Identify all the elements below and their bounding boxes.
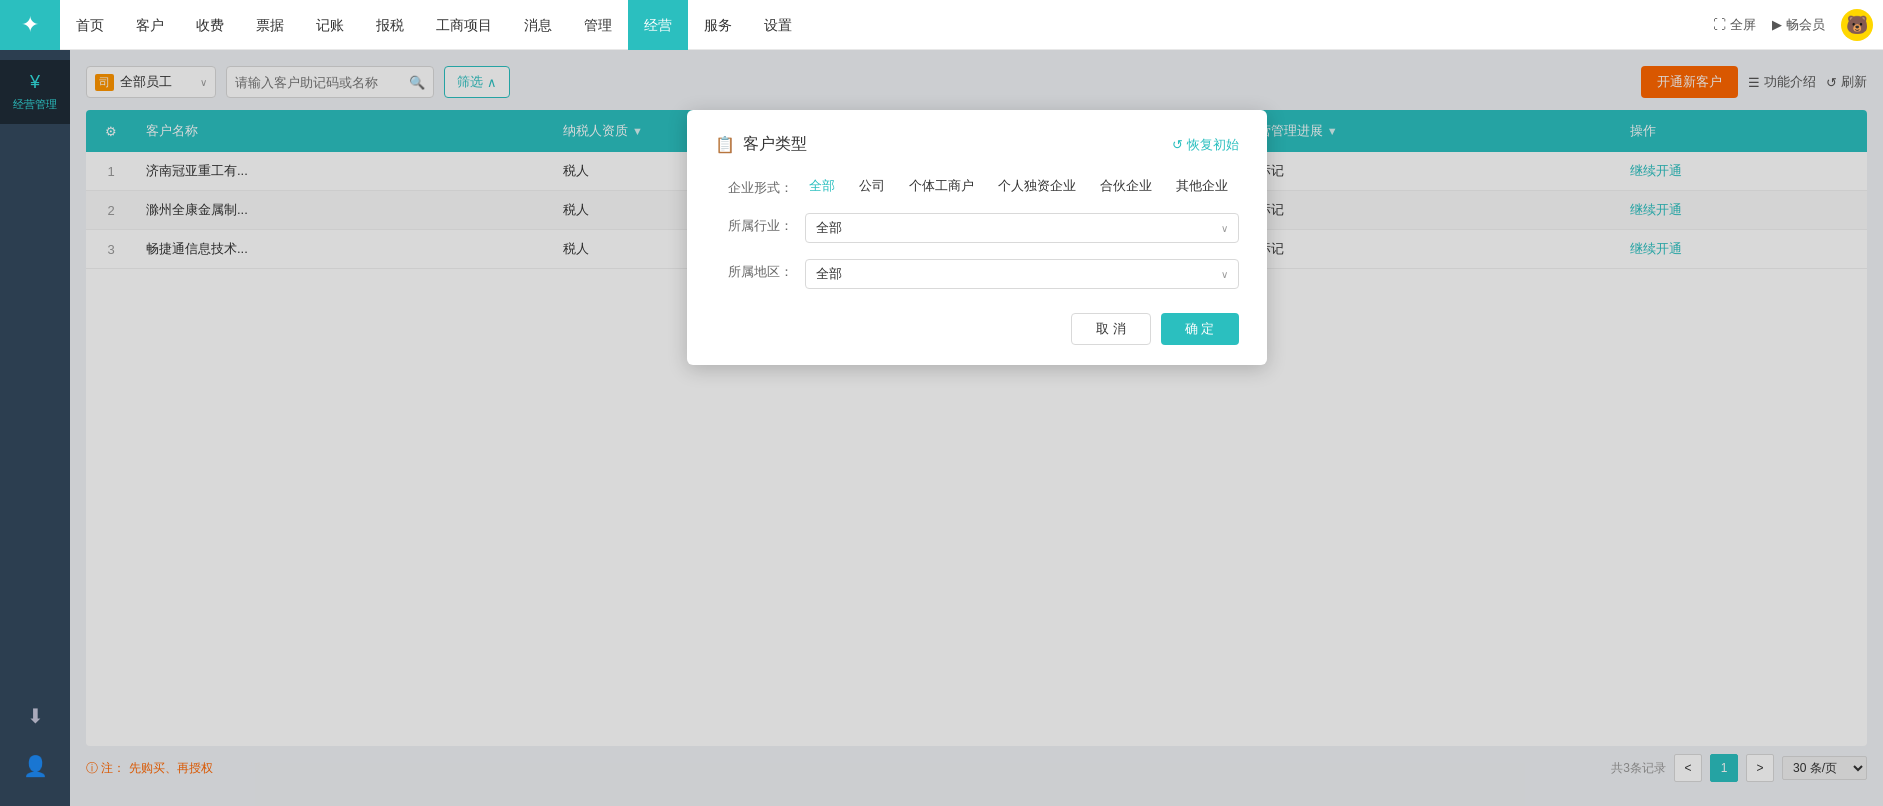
nav-items: 首页 客户 收费 票据 记账 报税 工商项目 消息 管理 经营 服务 设置	[60, 0, 1713, 50]
download-icon: ⬇	[27, 704, 44, 728]
chevron-down-icon: ∨	[1221, 269, 1228, 280]
cancel-button[interactable]: 取 消	[1071, 313, 1151, 345]
reset-label: 恢复初始	[1187, 136, 1239, 154]
radio-group: 全部 公司 个体工商户 个人独资企业 合伙企业 其他企业	[805, 175, 1239, 197]
logo-icon: ✦	[21, 12, 39, 38]
region-value: 全部	[816, 265, 842, 283]
industry-label: 所属行业：	[715, 213, 805, 235]
nav-operation[interactable]: 经营	[628, 0, 688, 50]
radio-individual[interactable]: 个体工商户	[905, 175, 978, 197]
modal-title-icon: 📋	[715, 135, 735, 154]
nav-message[interactable]: 消息	[508, 0, 568, 50]
nav-service[interactable]: 服务	[688, 0, 748, 50]
nav-right: ⛶ 全屏 ▶ 畅会员 🐻	[1713, 9, 1873, 41]
region-field: 全部 ∨	[805, 259, 1239, 289]
vip-icon: ▶	[1772, 17, 1782, 32]
nav-client[interactable]: 客户	[120, 0, 180, 50]
region-select[interactable]: 全部 ∨	[805, 259, 1239, 289]
user-icon: 👤	[23, 754, 48, 778]
modal-title-text: 客户类型	[743, 134, 807, 155]
industry-select[interactable]: 全部 ∨	[805, 213, 1239, 243]
main-content: 司 全部员工 ∨ 🔍 筛选 ∧ 开通新客户 ☰ 功能介绍 ↺ 刷新	[70, 50, 1883, 806]
radio-all[interactable]: 全部	[805, 175, 839, 197]
enterprise-form-label: 企业形式：	[715, 175, 805, 197]
modal-title: 📋 客户类型	[715, 134, 807, 155]
sidebar-item-operation[interactable]: ¥ 经营管理	[0, 60, 70, 124]
nav-manage[interactable]: 管理	[568, 0, 628, 50]
radio-other[interactable]: 其他企业	[1172, 175, 1232, 197]
industry-form-row: 所属行业： 全部 ∨	[715, 213, 1239, 243]
sidebar: ¥ 经营管理 ⬇ 👤	[0, 50, 70, 806]
nav-invoice[interactable]: 票据	[240, 0, 300, 50]
region-form-row: 所属地区： 全部 ∨	[715, 259, 1239, 289]
nav-business[interactable]: 工商项目	[420, 0, 508, 50]
radio-sole[interactable]: 个人独资企业	[994, 175, 1080, 197]
chevron-down-icon: ∨	[1221, 223, 1228, 234]
modal-overlay: 📋 客户类型 ↺ 恢复初始 企业形式： 全部 公司 个体工商户	[70, 50, 1883, 806]
nav-tax[interactable]: 报税	[360, 0, 420, 50]
user-icon-item[interactable]: 👤	[0, 746, 70, 786]
nav-bookkeeping[interactable]: 记账	[300, 0, 360, 50]
vip-label: 畅会员	[1786, 16, 1825, 34]
layout: ¥ 经营管理 ⬇ 👤 司 全部员工 ∨ 🔍 筛选	[0, 50, 1883, 806]
fullscreen-icon: ⛶	[1713, 17, 1726, 32]
nav-home[interactable]: 首页	[60, 0, 120, 50]
top-nav: ✦ 首页 客户 收费 票据 记账 报税 工商项目 消息 管理 经营 服务 设置 …	[0, 0, 1883, 50]
industry-field: 全部 ∨	[805, 213, 1239, 243]
avatar[interactable]: 🐻	[1841, 9, 1873, 41]
download-icon-item[interactable]: ⬇	[0, 696, 70, 736]
radio-partnership[interactable]: 合伙企业	[1096, 175, 1156, 197]
region-label: 所属地区：	[715, 259, 805, 281]
filter-modal: 📋 客户类型 ↺ 恢复初始 企业形式： 全部 公司 个体工商户	[687, 110, 1267, 365]
nav-settings[interactable]: 设置	[748, 0, 808, 50]
confirm-button[interactable]: 确 定	[1161, 313, 1239, 345]
enterprise-form-row: 企业形式： 全部 公司 个体工商户 个人独资企业 合伙企业 其他企业	[715, 175, 1239, 197]
sidebar-bottom: ⬇ 👤	[0, 696, 70, 786]
reset-icon: ↺	[1172, 137, 1183, 152]
nav-billing[interactable]: 收费	[180, 0, 240, 50]
fullscreen-label: 全屏	[1730, 16, 1756, 34]
modal-header: 📋 客户类型 ↺ 恢复初始	[715, 134, 1239, 155]
industry-value: 全部	[816, 219, 842, 237]
enterprise-options: 全部 公司 个体工商户 个人独资企业 合伙企业 其他企业	[805, 175, 1239, 197]
logo: ✦	[0, 0, 60, 50]
yuan-icon: ¥	[30, 72, 40, 93]
reset-button[interactable]: ↺ 恢复初始	[1172, 136, 1239, 154]
sidebar-item-label: 经营管理	[13, 97, 57, 112]
modal-footer: 取 消 确 定	[715, 313, 1239, 345]
fullscreen-button[interactable]: ⛶ 全屏	[1713, 16, 1756, 34]
radio-company[interactable]: 公司	[855, 175, 889, 197]
vip-button[interactable]: ▶ 畅会员	[1772, 16, 1825, 34]
